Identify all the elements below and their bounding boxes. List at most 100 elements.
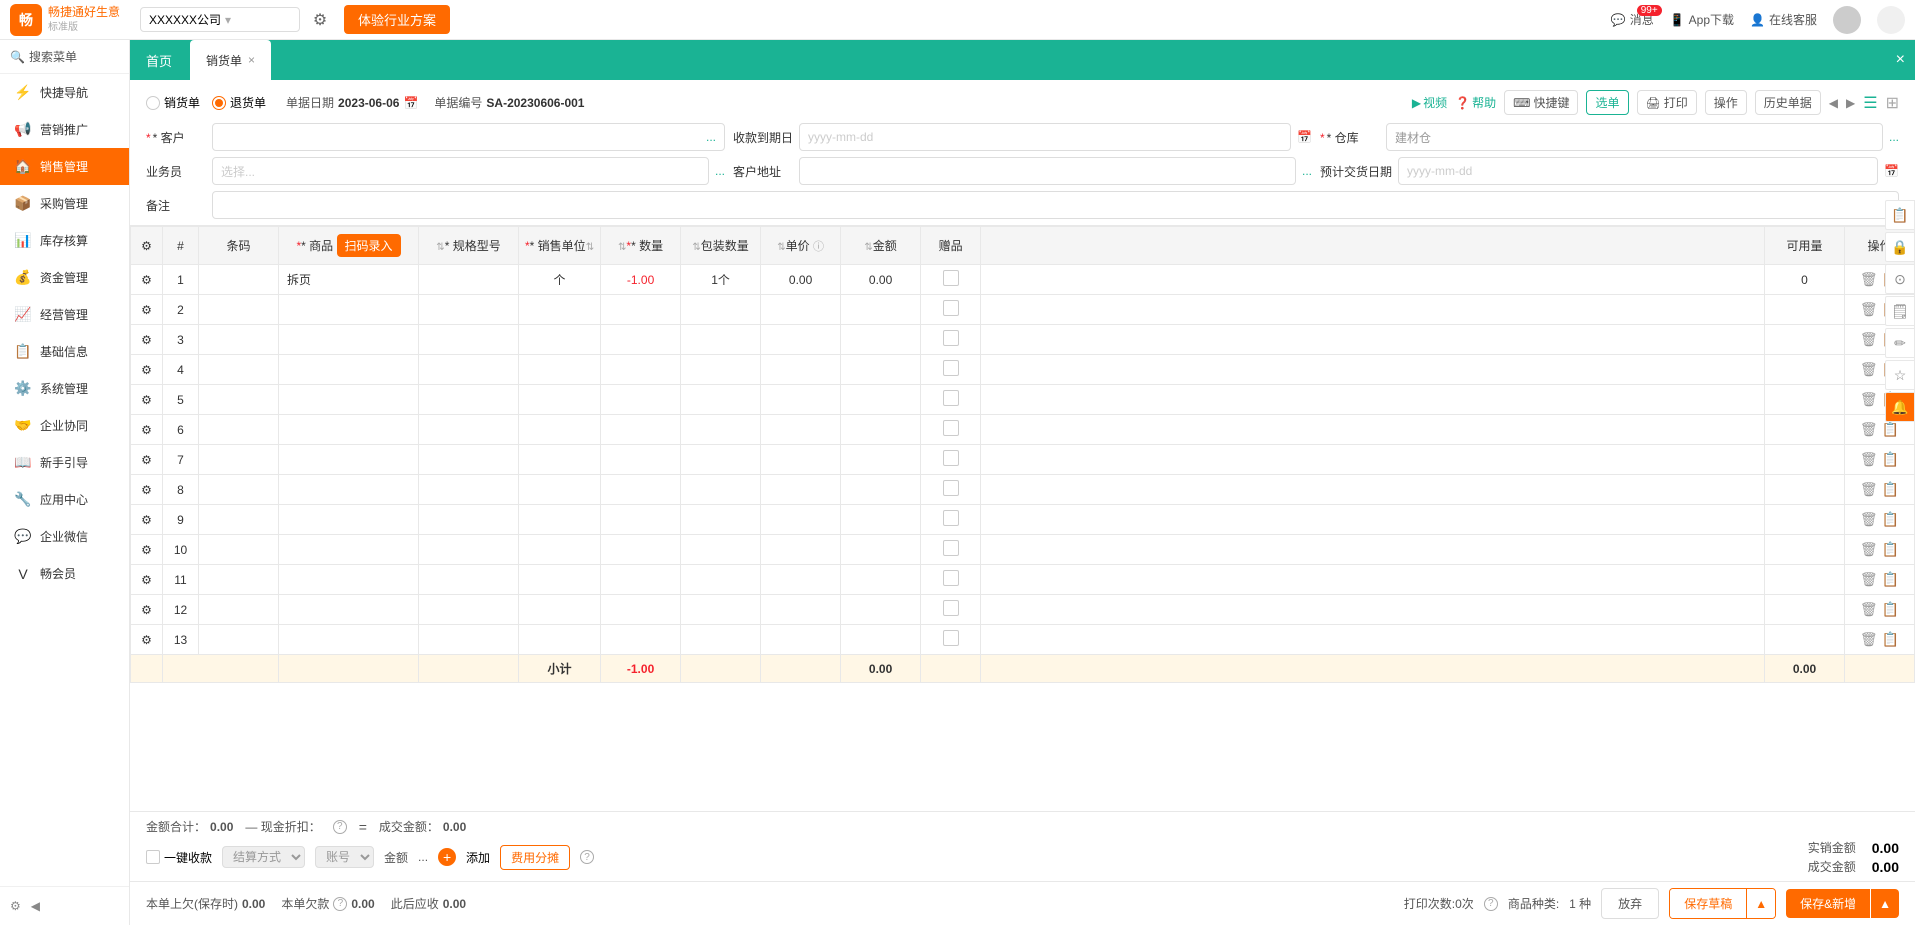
sidebar-item-enterprise[interactable]: 🤝 企业协同 — [0, 407, 129, 444]
settle-method-select[interactable]: 结算方式 — [222, 846, 305, 868]
message-btn[interactable]: 💬 消息 99+ — [1611, 11, 1654, 28]
delete-icon[interactable]: 🗑 — [1860, 301, 1878, 318]
row-settings[interactable]: ⚙ — [131, 565, 163, 595]
row-pkg[interactable] — [681, 295, 761, 325]
add-payment-btn[interactable]: + — [438, 848, 456, 866]
row-settings[interactable]: ⚙ — [131, 325, 163, 355]
row-price[interactable] — [761, 385, 841, 415]
save-new-btn[interactable]: 保存&新增 — [1786, 889, 1870, 918]
save-draft-chevron-btn[interactable]: ▲ — [1747, 889, 1775, 918]
scan-btn[interactable]: 扫码录入 — [337, 234, 401, 257]
company-selector[interactable]: XXXXXX公司 ▾ — [140, 7, 300, 32]
row-price[interactable] — [761, 505, 841, 535]
row-pkg[interactable] — [681, 385, 761, 415]
row-settings[interactable]: ⚙ — [131, 385, 163, 415]
row-barcode[interactable] — [199, 415, 279, 445]
sidebar-item-management[interactable]: 📈 经营管理 — [0, 296, 129, 333]
row-barcode[interactable] — [199, 385, 279, 415]
row-amount[interactable] — [841, 415, 921, 445]
row-spec[interactable] — [419, 325, 519, 355]
sidebar-item-basic-info[interactable]: 📋 基础信息 — [0, 333, 129, 370]
delete-icon[interactable]: 🗑 — [1860, 631, 1878, 648]
save-new-chevron-btn[interactable]: ▲ — [1871, 889, 1899, 918]
row-goods[interactable] — [279, 505, 419, 535]
row-barcode[interactable] — [199, 505, 279, 535]
customer-address-input[interactable] — [799, 157, 1296, 185]
customer-input[interactable]: ... — [212, 123, 725, 151]
row-settings[interactable]: ⚙ — [131, 625, 163, 655]
row-qty[interactable] — [601, 355, 681, 385]
info-circle-icon[interactable]: ? — [333, 820, 347, 834]
print-info-icon[interactable]: ? — [1484, 897, 1498, 911]
remark-input[interactable] — [212, 191, 1899, 219]
discard-btn[interactable]: 放弃 — [1601, 888, 1659, 919]
row-amount[interactable] — [841, 295, 921, 325]
row-barcode[interactable] — [199, 355, 279, 385]
row-qty[interactable] — [601, 565, 681, 595]
row-gift[interactable] — [921, 445, 981, 475]
row-amount[interactable] — [841, 595, 921, 625]
row-unit[interactable] — [519, 565, 601, 595]
row-goods[interactable] — [279, 565, 419, 595]
row-unit[interactable] — [519, 475, 601, 505]
row-qty[interactable]: -1.00 — [601, 265, 681, 295]
row-spec[interactable] — [419, 475, 519, 505]
sidebar-item-quick-nav[interactable]: ⚡ 快捷导航 — [0, 74, 129, 111]
row-goods[interactable] — [279, 535, 419, 565]
row-spec[interactable] — [419, 565, 519, 595]
copy-icon[interactable]: 📋 — [1882, 511, 1899, 528]
row-qty[interactable] — [601, 625, 681, 655]
row-price[interactable] — [761, 535, 841, 565]
online-service-btn[interactable]: 👤 在线客服 — [1750, 11, 1817, 28]
row-price[interactable] — [761, 445, 841, 475]
sidebar-item-purchase[interactable]: 📦 采购管理 — [0, 185, 129, 222]
copy-icon[interactable]: 📋 — [1882, 631, 1899, 648]
row-settings[interactable]: ⚙ — [131, 595, 163, 625]
expected-date-input[interactable]: yyyy-mm-dd — [1398, 157, 1878, 185]
salesperson-dots[interactable]: ... — [715, 164, 725, 178]
sidebar-collapse-icon[interactable]: ◀ — [31, 899, 40, 913]
row-barcode[interactable] — [199, 445, 279, 475]
settings-icon-btn[interactable]: ⚙ — [306, 6, 334, 34]
search-menu[interactable]: 🔍 搜索菜单 — [0, 40, 129, 74]
row-qty[interactable] — [601, 535, 681, 565]
row-spec[interactable] — [419, 415, 519, 445]
payment-calendar-icon[interactable]: 📅 — [1297, 130, 1312, 144]
delete-icon[interactable]: 🗑 — [1860, 421, 1878, 438]
col-settings[interactable]: ⚙ — [131, 227, 163, 265]
row-price[interactable] — [761, 595, 841, 625]
float-icon-6[interactable]: ☆ — [1885, 360, 1915, 390]
row-qty[interactable] — [601, 445, 681, 475]
row-goods[interactable] — [279, 415, 419, 445]
row-gift[interactable] — [921, 295, 981, 325]
row-qty[interactable] — [601, 325, 681, 355]
delete-icon[interactable]: 🗑 — [1860, 391, 1878, 408]
row-price[interactable] — [761, 625, 841, 655]
row-amount[interactable] — [841, 625, 921, 655]
row-amount[interactable]: 0.00 — [841, 265, 921, 295]
row-spec[interactable] — [419, 355, 519, 385]
row-spec[interactable] — [419, 445, 519, 475]
row-price[interactable] — [761, 415, 841, 445]
row-spec[interactable] — [419, 295, 519, 325]
row-pkg[interactable] — [681, 445, 761, 475]
float-icon-7[interactable]: 🔔 — [1885, 392, 1915, 422]
row-qty[interactable] — [601, 475, 681, 505]
sidebar-item-newbie[interactable]: 📖 新手引导 — [0, 444, 129, 481]
row-goods[interactable] — [279, 355, 419, 385]
fee-info-icon[interactable]: ? — [580, 850, 594, 864]
row-qty[interactable] — [601, 505, 681, 535]
row-goods[interactable] — [279, 625, 419, 655]
grid-view-icon[interactable]: ⊞ — [1886, 93, 1899, 113]
fee-split-btn[interactable]: 费用分摊 — [500, 845, 570, 870]
sidebar-item-finance[interactable]: 💰 资金管理 — [0, 259, 129, 296]
float-icon-1[interactable]: 📋 — [1885, 200, 1915, 230]
row-barcode[interactable] — [199, 565, 279, 595]
row-spec[interactable] — [419, 265, 519, 295]
row-gift[interactable] — [921, 505, 981, 535]
sidebar-item-member[interactable]: V 畅会员 — [0, 555, 129, 592]
radio-sale[interactable]: 销货单 — [146, 94, 200, 111]
row-pkg[interactable] — [681, 325, 761, 355]
row-settings[interactable]: ⚙ — [131, 295, 163, 325]
debt-info-icon[interactable]: ? — [333, 897, 347, 911]
